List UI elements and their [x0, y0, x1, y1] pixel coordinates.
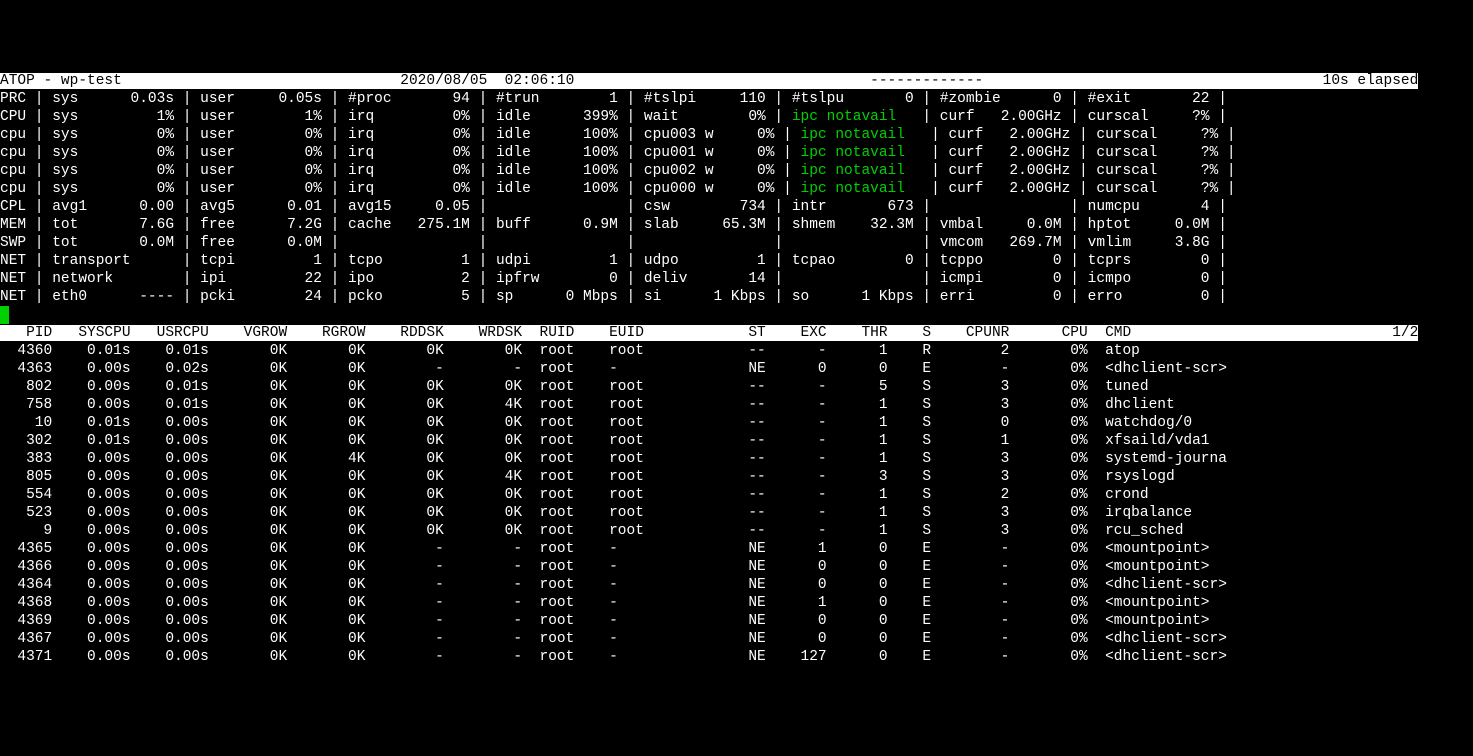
sys-row: cpu | sys 0% | user 0% | irq 0% | idle 1… [0, 126, 1473, 144]
sys-row: MEM | tot 7.6G | free 7.2G | cache 275.1… [0, 216, 1473, 234]
sys-row: NET | network | ipi 22 | ipo 2 | ipfrw 0… [0, 270, 1473, 288]
sys-row: CPU | sys 1% | user 1% | irq 0% | idle 3… [0, 108, 1473, 126]
process-row: 4364 0.00s 0.00s 0K 0K - - root - NE 0 0… [0, 576, 1473, 594]
atop-terminal[interactable]: ATOP - wp-test 2020/08/05 02:06:10 -----… [0, 72, 1473, 666]
process-row: 4371 0.00s 0.00s 0K 0K - - root - NE 127… [0, 648, 1473, 666]
process-row: 302 0.01s 0.00s 0K 0K 0K 0K root root --… [0, 432, 1473, 450]
process-row: 9 0.00s 0.00s 0K 0K 0K 0K root root -- -… [0, 522, 1473, 540]
process-row: 758 0.00s 0.01s 0K 0K 0K 4K root root --… [0, 396, 1473, 414]
sys-row: cpu | sys 0% | user 0% | irq 0% | idle 1… [0, 144, 1473, 162]
title-bar: ATOP - wp-test 2020/08/05 02:06:10 -----… [0, 73, 1418, 89]
process-row: 4369 0.00s 0.00s 0K 0K - - root - NE 0 0… [0, 612, 1473, 630]
process-row: 802 0.00s 0.01s 0K 0K 0K 0K root root --… [0, 378, 1473, 396]
process-row: 4360 0.01s 0.01s 0K 0K 0K 0K root root -… [0, 342, 1473, 360]
sys-row: PRC | sys 0.03s | user 0.05s | #proc 94 … [0, 90, 1473, 108]
process-header: PID SYSCPU USRCPU VGROW RGROW RDDSK WRDS… [0, 325, 1418, 341]
process-row: 4368 0.00s 0.00s 0K 0K - - root - NE 1 0… [0, 594, 1473, 612]
command-line[interactable] [0, 306, 1473, 324]
sys-row: NET | transport | tcpi 1 | tcpo 1 | udpi… [0, 252, 1473, 270]
sys-row: cpu | sys 0% | user 0% | irq 0% | idle 1… [0, 162, 1473, 180]
sys-row: SWP | tot 0.0M | free 0.0M | | | | | vmc… [0, 234, 1473, 252]
process-row: 4365 0.00s 0.00s 0K 0K - - root - NE 1 0… [0, 540, 1473, 558]
process-row: 523 0.00s 0.00s 0K 0K 0K 0K root root --… [0, 504, 1473, 522]
process-row: 554 0.00s 0.00s 0K 0K 0K 0K root root --… [0, 486, 1473, 504]
sys-row: NET | eth0 ---- | pcki 24 | pcko 5 | sp … [0, 288, 1473, 306]
process-row: 805 0.00s 0.00s 0K 0K 0K 4K root root --… [0, 468, 1473, 486]
process-row: 10 0.01s 0.00s 0K 0K 0K 0K root root -- … [0, 414, 1473, 432]
process-row: 4363 0.00s 0.02s 0K 0K - - root - NE 0 0… [0, 360, 1473, 378]
process-row: 4367 0.00s 0.00s 0K 0K - - root - NE 0 0… [0, 630, 1473, 648]
sys-row: CPL | avg1 0.00 | avg5 0.01 | avg15 0.05… [0, 198, 1473, 216]
process-row: 4366 0.00s 0.00s 0K 0K - - root - NE 0 0… [0, 558, 1473, 576]
process-row: 383 0.00s 0.00s 0K 4K 0K 0K root root --… [0, 450, 1473, 468]
sys-row: cpu | sys 0% | user 0% | irq 0% | idle 1… [0, 180, 1473, 198]
